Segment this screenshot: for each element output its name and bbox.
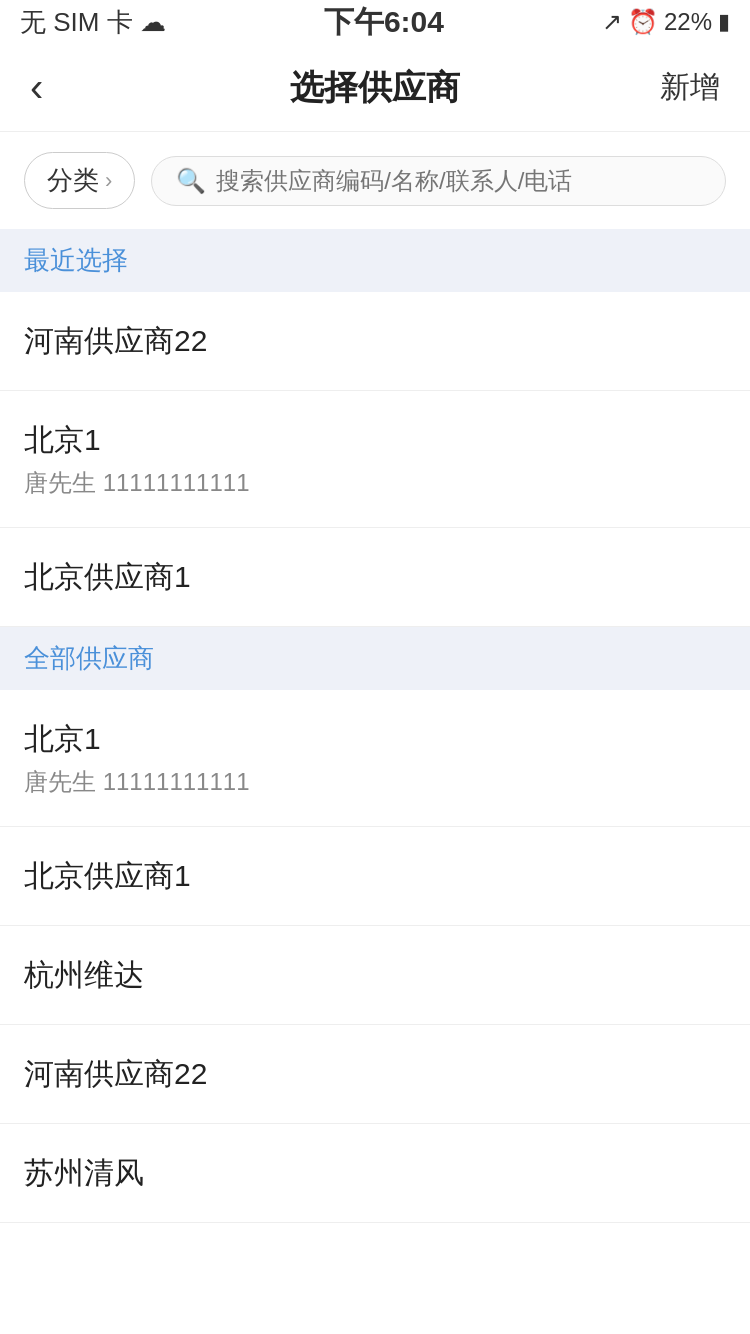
item-name: 河南供应商22 (24, 320, 726, 362)
item-name: 北京供应商1 (24, 855, 726, 897)
category-filter-button[interactable]: 分类 › (24, 152, 135, 209)
all-items-list: 北京1 唐先生 11111111111 北京供应商1 杭州维达河南供应商22 苏州清风 (0, 690, 750, 1223)
search-area: 分类 › 🔍 (0, 132, 750, 229)
list-item[interactable]: 北京供应商1 (0, 528, 750, 627)
status-time: 下午6:04 (324, 2, 444, 43)
list-item[interactable]: 北京供应商1 (0, 827, 750, 926)
search-icon: 🔍 (176, 167, 206, 195)
new-button[interactable]: 新增 (660, 67, 720, 108)
item-name: 北京1 (24, 419, 726, 461)
list-item[interactable]: 苏州清风 (0, 1124, 750, 1223)
category-label: 分类 (47, 163, 99, 198)
item-name: 杭州维达 (24, 954, 726, 996)
battery-level: 22% (664, 8, 712, 36)
status-right: ↗ ⏰ 22% ▮ (602, 8, 730, 36)
item-name: 北京供应商1 (24, 556, 726, 598)
back-button[interactable]: ‹ (30, 65, 90, 110)
alarm-icon: ⏰ (628, 8, 658, 36)
nav-bar: ‹ 选择供应商 新增 (0, 44, 750, 132)
sim-status: 无 SIM 卡 ☁ (20, 5, 166, 40)
list-item[interactable]: 河南供应商22 (0, 292, 750, 391)
status-left: 无 SIM 卡 ☁ (20, 5, 166, 40)
item-name: 苏州清风 (24, 1152, 726, 1194)
item-sub: 唐先生 11111111111 (24, 766, 726, 798)
item-name: 河南供应商22 (24, 1053, 726, 1095)
search-input-wrap: 🔍 (151, 156, 726, 206)
search-input[interactable] (216, 167, 701, 195)
page-title: 选择供应商 (290, 65, 460, 111)
battery-icon: ▮ (718, 9, 730, 35)
list-item[interactable]: 北京1 唐先生 11111111111 (0, 690, 750, 827)
status-bar: 无 SIM 卡 ☁ 下午6:04 ↗ ⏰ 22% ▮ (0, 0, 750, 44)
item-name: 北京1 (24, 718, 726, 760)
location-icon: ↗ (602, 8, 622, 36)
item-sub: 唐先生 11111111111 (24, 467, 726, 499)
list-item[interactable]: 河南供应商22 (0, 1025, 750, 1124)
list-item[interactable]: 北京1 唐先生 11111111111 (0, 391, 750, 528)
all-section-header: 全部供应商 (0, 627, 750, 690)
chevron-right-icon: › (105, 168, 112, 194)
list-item[interactable]: 杭州维达 (0, 926, 750, 1025)
recent-section-header: 最近选择 (0, 229, 750, 292)
recent-items-list: 河南供应商22 北京1 唐先生 11111111111 北京供应商1 (0, 292, 750, 627)
